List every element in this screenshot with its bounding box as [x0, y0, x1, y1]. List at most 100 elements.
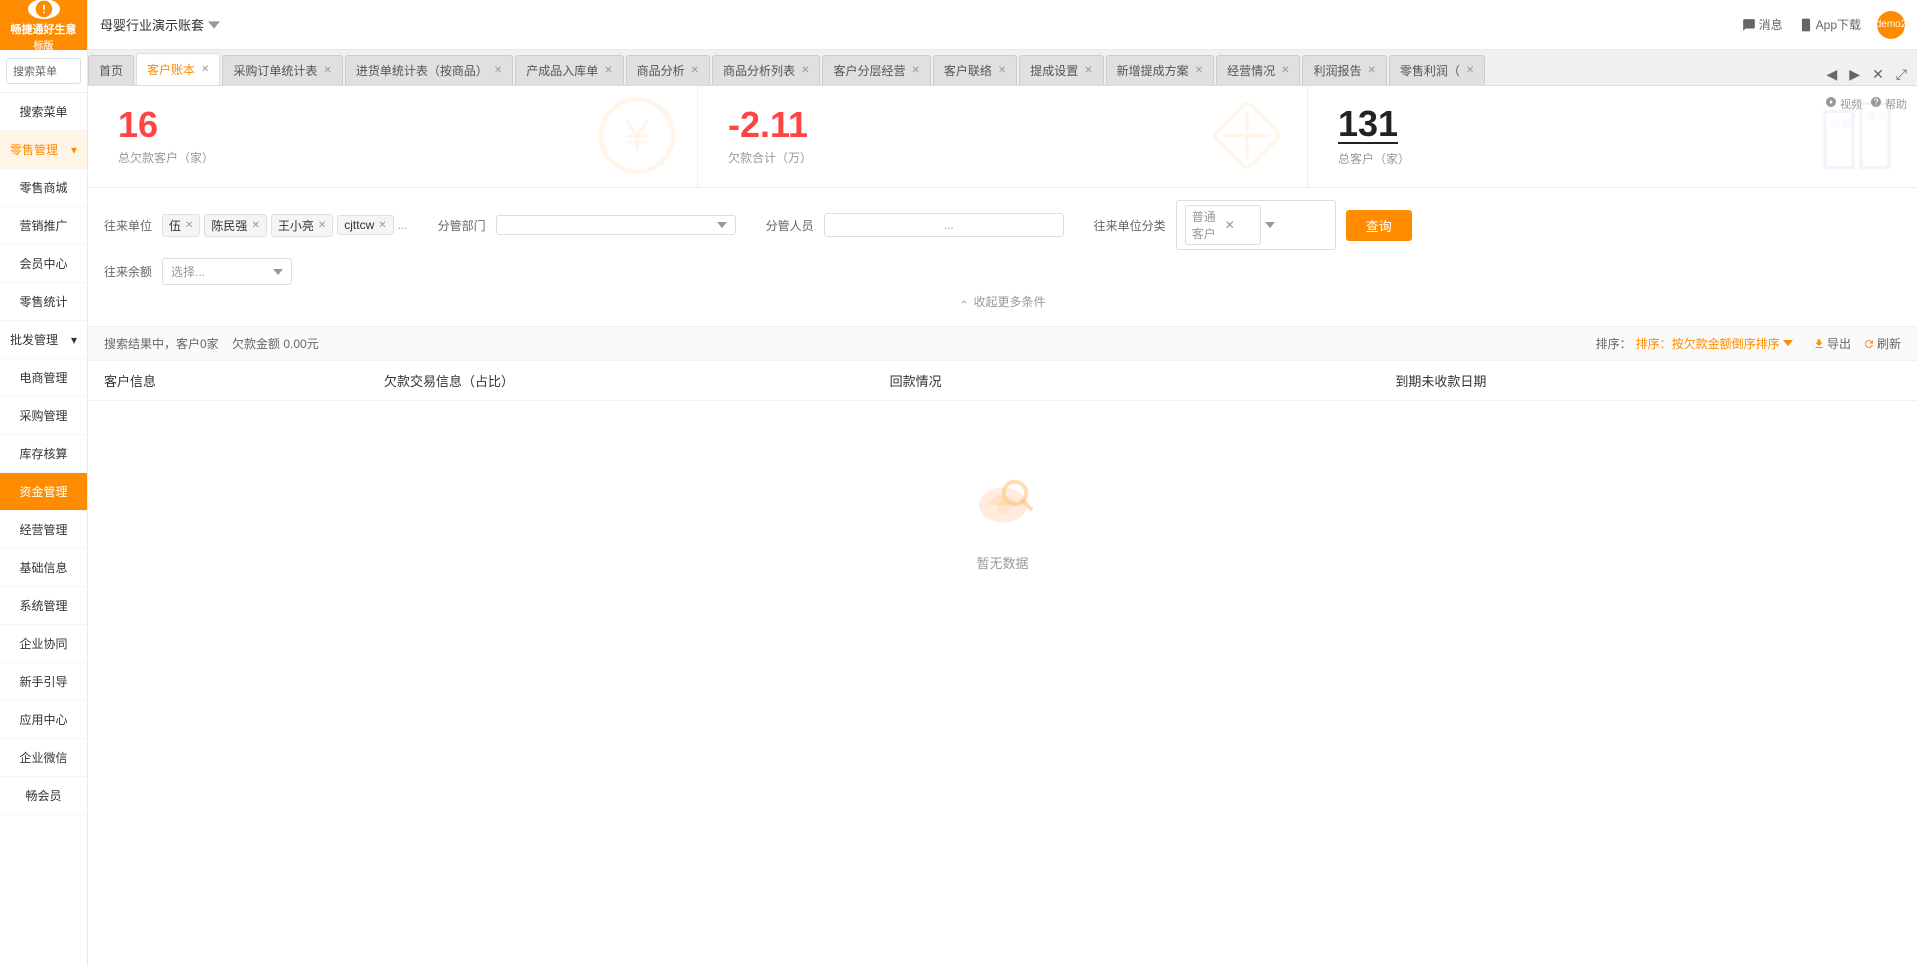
sidebar-item-basic-info[interactable]: 基础信息	[0, 549, 87, 587]
sidebar-search-area: 搜索菜单	[0, 50, 87, 93]
tab-promotion-settings[interactable]: 提成设置 ✕	[1019, 55, 1103, 85]
stats-bar: ¥ 16 总欠款客户（家） -2.11 欠款合计（万） 视频	[88, 86, 1917, 188]
tab-close-new-promotion[interactable]: ✕	[1195, 65, 1203, 76]
tab-close-customer-account[interactable]: ✕	[201, 64, 209, 75]
sidebar-item-operations[interactable]: 经营管理	[0, 511, 87, 549]
refresh-btn[interactable]: 刷新	[1863, 335, 1901, 352]
tab-new-promotion[interactable]: 新增提成方案 ✕	[1106, 55, 1214, 85]
sidebar-item-quick-nav[interactable]: 搜索菜单	[0, 93, 87, 131]
result-count-area: 搜索结果中，客户0家 欠款金额 0.00元	[104, 335, 319, 352]
sidebar-item-system[interactable]: 系统管理	[0, 587, 87, 625]
filter-row-2: 往来余额 选择...	[104, 258, 1901, 285]
empty-text: 暂无数据	[976, 553, 1028, 572]
tab-close-product-analysis[interactable]: ✕	[691, 65, 699, 76]
debt-customers-value: 16	[118, 107, 158, 143]
sidebar-item-vip-member[interactable]: 畅会员	[0, 777, 87, 815]
tab-actions: ◀ ▶ ✕ ⤢	[1817, 64, 1917, 85]
query-button[interactable]: 查询	[1346, 210, 1412, 241]
filter-tag-cjttcw: cjttcw ✕	[337, 215, 393, 235]
username: demo2	[1876, 19, 1907, 30]
person-label: 分管人员	[766, 217, 814, 234]
user-avatar[interactable]: demo2	[1877, 11, 1905, 39]
more-tags-btn[interactable]: ...	[398, 218, 408, 232]
col-due-date: 到期未收款日期	[1395, 371, 1901, 390]
col-debt-info: 欠款交易信息（占比）	[384, 371, 890, 390]
tab-close-customer-segment[interactable]: ✕	[911, 65, 919, 76]
tab-next-btn[interactable]: ▶	[1845, 64, 1864, 85]
sidebar-item-enterprise-collab[interactable]: 企业协同	[0, 625, 87, 663]
sidebar-item-member-center[interactable]: 会员中心	[0, 245, 87, 283]
sidebar-item-app-center[interactable]: 应用中心	[0, 701, 87, 739]
sidebar-item-ecommerce[interactable]: 电商管理	[0, 359, 87, 397]
sidebar-item-new-guide[interactable]: 新手引导	[0, 663, 87, 701]
search-menu-button[interactable]: 搜索菜单	[6, 58, 81, 84]
sidebar-item-purchase[interactable]: 采购管理	[0, 397, 87, 435]
category-label: 往来单位分类	[1094, 217, 1166, 234]
tab-customer-segment[interactable]: 客户分层经营 ✕	[822, 55, 930, 85]
tab-purchase-order[interactable]: 采购订单统计表 ✕	[222, 55, 342, 85]
tab-customer-contact[interactable]: 客户联络 ✕	[933, 55, 1017, 85]
tab-product-analysis[interactable]: 商品分析 ✕	[626, 55, 710, 85]
tab-close-promotion-settings[interactable]: ✕	[1084, 65, 1092, 76]
sidebar-item-capital-mgmt[interactable]: 资金管理	[0, 473, 87, 511]
app-logo: 畅捷通好生意 标版	[0, 0, 87, 50]
remove-tag-wu[interactable]: ✕	[185, 220, 193, 231]
tab-product-analysis-list[interactable]: 商品分析列表 ✕	[712, 55, 820, 85]
tab-prev-btn[interactable]: ◀	[1823, 64, 1842, 85]
person-select[interactable]: ...	[824, 213, 1064, 237]
tab-close-product-analysis-list[interactable]: ✕	[801, 65, 809, 76]
tab-close-retail-profit[interactable]: ✕	[1466, 65, 1474, 76]
tab-close-operations[interactable]: ✕	[1281, 65, 1289, 76]
sidebar-item-enterprise-wechat[interactable]: 企业微信	[0, 739, 87, 777]
main-area: 母婴行业演示账套 消息 App下载 demo2 首页 客户账本 ✕	[88, 0, 1917, 966]
balance-select[interactable]: 选择...	[162, 258, 292, 285]
collapse-btn[interactable]: 收起更多条件	[959, 293, 1045, 310]
app-download-btn[interactable]: App下载	[1799, 16, 1861, 33]
remove-category-tag[interactable]: ✕	[1225, 218, 1254, 232]
person-more-btn[interactable]: ...	[944, 218, 1055, 232]
svg-text:¥: ¥	[624, 110, 650, 159]
dept-select[interactable]	[496, 215, 736, 235]
tab-close-profit-report[interactable]: ✕	[1368, 65, 1376, 76]
sidebar-item-batch-mgmt[interactable]: 批发管理 ▾	[0, 321, 87, 359]
remove-tag-wang[interactable]: ✕	[318, 220, 326, 231]
tab-expand-btn[interactable]: ⤢	[1892, 64, 1911, 85]
tabbar: 首页 客户账本 ✕ 采购订单统计表 ✕ 进货单统计表（按商品） ✕ 产成品入库单…	[88, 50, 1917, 86]
col-customer-info: 客户信息	[104, 371, 384, 390]
sidebar: 畅捷通好生意 标版 搜索菜单 搜索菜单 零售管理 ▾ 零售商城 营销推广 会员中…	[0, 0, 88, 966]
tab-stock-stats[interactable]: 进货单统计表（按商品） ✕	[345, 55, 513, 85]
sidebar-item-retail-stats[interactable]: 零售统计	[0, 283, 87, 321]
debt-amount-label: 欠款合计（万）	[728, 149, 812, 166]
tab-close-customer-contact[interactable]: ✕	[998, 65, 1006, 76]
tab-profit-report[interactable]: 利润报告 ✕	[1302, 55, 1386, 85]
sidebar-item-retail-mgmt[interactable]: 零售管理 ▾	[0, 131, 87, 169]
sidebar-item-inventory[interactable]: 库存核算	[0, 435, 87, 473]
table-header: 客户信息 欠款交易信息（占比） 回款情况 到期未收款日期	[88, 361, 1917, 401]
topbar: 母婴行业演示账套 消息 App下载 demo2	[88, 0, 1917, 50]
chevron-down-icon: ▾	[71, 143, 77, 157]
remove-tag-cjttcw[interactable]: ✕	[378, 220, 386, 231]
chevron-down-icon2: ▾	[71, 333, 77, 347]
message-btn[interactable]: 消息	[1742, 16, 1783, 33]
tab-close-stock-stats[interactable]: ✕	[494, 65, 502, 76]
stat-debt-customers: ¥ 16 总欠款客户（家）	[88, 86, 698, 187]
tab-retail-profit[interactable]: 零售利润（ ✕	[1389, 55, 1485, 85]
sidebar-item-retail-shop[interactable]: 零售商城	[0, 169, 87, 207]
remove-tag-chen[interactable]: ✕	[251, 220, 259, 231]
debt-customers-label: 总欠款客户（家）	[118, 149, 214, 166]
tab-customer-account[interactable]: 客户账本 ✕	[136, 53, 220, 85]
tab-close-all-btn[interactable]: ✕	[1868, 64, 1888, 85]
tab-close-product-inbound[interactable]: ✕	[604, 65, 612, 76]
sidebar-item-marketing[interactable]: 营销推广	[0, 207, 87, 245]
store-selector[interactable]: 母婴行业演示账套	[100, 15, 220, 34]
diamond-bg-icon	[1207, 95, 1287, 178]
tab-home[interactable]: 首页	[88, 55, 134, 85]
tab-close-purchase-order[interactable]: ✕	[323, 65, 331, 76]
tab-operations[interactable]: 经营情况 ✕	[1216, 55, 1300, 85]
export-btn[interactable]: 导出	[1813, 335, 1851, 352]
tab-product-inbound[interactable]: 产成品入库单 ✕	[515, 55, 623, 85]
dept-label: 分管部门	[438, 217, 486, 234]
category-select[interactable]: 普通客户 ✕	[1176, 200, 1336, 250]
sort-value[interactable]: 排序：按欠款金额倒序排序	[1636, 335, 1793, 352]
category-tag: 普通客户 ✕	[1185, 205, 1261, 245]
